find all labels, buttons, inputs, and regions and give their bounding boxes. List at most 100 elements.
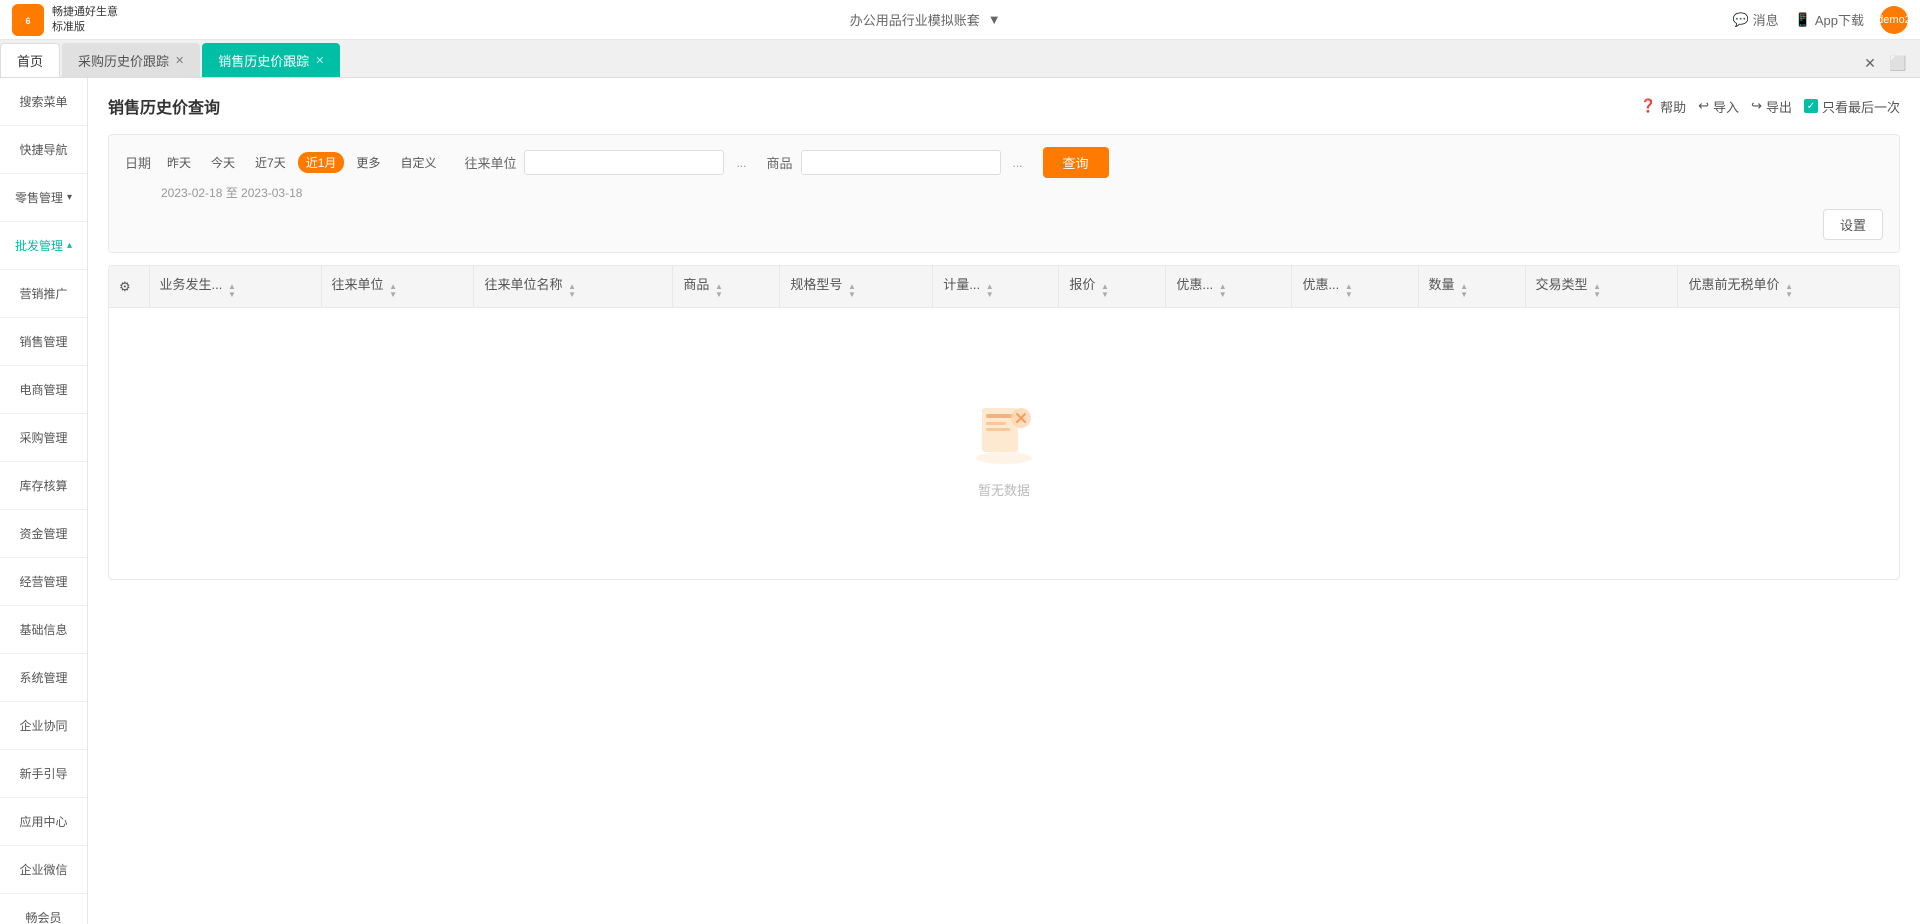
tab-purchase-close[interactable]: ✕	[175, 54, 184, 67]
sidebar-item-retail[interactable]: 零售管理 ▾	[0, 174, 87, 222]
page-actions: ❓ 帮助 ↩ 导入 ↪ 导出 ✓ 只看最后一次	[1640, 97, 1900, 116]
export-btn[interactable]: ↪ 导出	[1751, 97, 1792, 116]
col-trade-type[interactable]: 交易类型 ▲▼	[1525, 266, 1678, 308]
date-more[interactable]: 更多	[348, 152, 388, 173]
col-quote[interactable]: 报价 ▲▼	[1059, 266, 1166, 308]
sidebar-enterprise-label: 企业协同	[19, 717, 67, 734]
app-selector[interactable]: 办公用品行业模拟账套 ▼	[850, 10, 1001, 29]
main-layout: 搜索菜单 快捷导航 零售管理 ▾ 批发管理 ▴ 营销推广 销售管理 电商管理 采	[0, 78, 1920, 924]
product-filter-group: 商品 ...	[766, 150, 1022, 175]
sidebar-operations-label: 经营管理	[19, 573, 67, 590]
no-data-text: 暂无数据	[978, 480, 1030, 499]
table-header: ⚙ 业务发生... ▲▼ 往来单位 ▲▼ 往来单位名称 ▲▼	[109, 266, 1899, 308]
sidebar-item-wechat[interactable]: 企业微信	[0, 846, 87, 894]
sidebar-wechat-label: 企业微信	[19, 861, 67, 878]
tab-bar: 首页 采购历史价跟踪 ✕ 销售历史价跟踪 ✕ ✕ ⬜	[0, 40, 1920, 78]
filter-bar: 日期 昨天 今天 近7天 近1月 更多 自定义 往来单位	[108, 134, 1900, 253]
tab-purchase-label: 采购历史价跟踪	[78, 51, 169, 70]
col-counterparty[interactable]: 往来单位 ▲▼	[321, 266, 474, 308]
sidebar-item-vip[interactable]: 畅会员	[0, 894, 87, 924]
col-counterparty-name[interactable]: 往来单位名称 ▲▼	[474, 266, 673, 308]
close-window-btn[interactable]: ✕	[1860, 53, 1880, 73]
date-yesterday[interactable]: 昨天	[159, 152, 199, 173]
data-table-wrapper: ⚙ 业务发生... ▲▼ 往来单位 ▲▼ 往来单位名称 ▲▼	[108, 265, 1900, 580]
sidebar-quick-nav-label: 快捷导航	[19, 141, 67, 158]
tab-home[interactable]: 首页	[0, 43, 60, 77]
date-7days[interactable]: 近7天	[247, 152, 294, 173]
product-dots[interactable]: ...	[1013, 156, 1023, 170]
sidebar-item-enterprise[interactable]: 企业协同	[0, 702, 87, 750]
sidebar-item-system[interactable]: 系统管理	[0, 654, 87, 702]
sidebar-item-basic[interactable]: 基础信息	[0, 606, 87, 654]
sidebar-purchase-label: 采购管理	[19, 429, 67, 446]
logo-icon: 6	[12, 4, 44, 36]
col-discount2[interactable]: 优惠... ▲▼	[1292, 266, 1418, 308]
content-area: 销售历史价查询 ❓ 帮助 ↩ 导入 ↪ 导出 ✓	[88, 78, 1920, 924]
export-icon: ↪	[1751, 98, 1762, 114]
sidebar-item-appcenter[interactable]: 应用中心	[0, 798, 87, 846]
date-1month[interactable]: 近1月	[298, 152, 345, 173]
user-menu[interactable]: demo2	[1880, 6, 1908, 34]
counterparty-dots[interactable]: ...	[736, 156, 746, 170]
help-btn[interactable]: ❓ 帮助	[1640, 97, 1686, 116]
sidebar-item-sales[interactable]: 销售管理	[0, 318, 87, 366]
sidebar-item-operations[interactable]: 经营管理	[0, 558, 87, 606]
sidebar-item-inventory[interactable]: 库存核算	[0, 462, 87, 510]
tab-sales-history[interactable]: 销售历史价跟踪 ✕	[202, 43, 340, 77]
date-custom[interactable]: 自定义	[392, 152, 444, 173]
sidebar-item-purchase[interactable]: 采购管理	[0, 414, 87, 462]
sidebar-basic-label: 基础信息	[19, 621, 67, 638]
sidebar: 搜索菜单 快捷导航 零售管理 ▾ 批发管理 ▴ 营销推广 销售管理 电商管理 采	[0, 78, 88, 924]
col-unit[interactable]: 计量... ▲▼	[933, 266, 1059, 308]
date-today[interactable]: 今天	[203, 152, 243, 173]
logo-text: 畅捷通好生意 标准版	[52, 5, 118, 34]
app-download-btn[interactable]: 📱 App下载	[1795, 10, 1864, 29]
product-input[interactable]	[801, 150, 1001, 175]
message-btn[interactable]: 💬 消息	[1732, 10, 1778, 29]
sidebar-wholesale-arrow: ▴	[67, 240, 72, 251]
data-table: ⚙ 业务发生... ▲▼ 往来单位 ▲▼ 往来单位名称 ▲▼	[109, 266, 1899, 579]
page-title: 销售历史价查询	[108, 94, 220, 118]
counterparty-input[interactable]	[524, 150, 724, 175]
sidebar-item-wholesale[interactable]: 批发管理 ▴	[0, 222, 87, 270]
message-icon: 💬	[1732, 12, 1748, 28]
col-pretax-price[interactable]: 优惠前无税单价 ▲▼	[1678, 266, 1899, 308]
import-icon: ↩	[1698, 98, 1709, 114]
col-discount1[interactable]: 优惠... ▲▼	[1166, 266, 1292, 308]
sidebar-item-search-menu[interactable]: 搜索菜单	[0, 78, 87, 126]
sidebar-item-finance[interactable]: 资金管理	[0, 510, 87, 558]
col-product[interactable]: 商品 ▲▼	[673, 266, 780, 308]
settings-button[interactable]: 设置	[1823, 209, 1883, 240]
query-button[interactable]: 查询	[1043, 147, 1109, 178]
col-gear[interactable]: ⚙	[109, 266, 149, 308]
sidebar-item-guide[interactable]: 新手引导	[0, 750, 87, 798]
logo-area: 6 畅捷通好生意 标准版	[12, 4, 118, 36]
sidebar-item-quick-nav[interactable]: 快捷导航	[0, 126, 87, 174]
app-name: 办公用品行业模拟账套	[850, 10, 980, 29]
sidebar-appcenter-label: 应用中心	[19, 813, 67, 830]
help-icon: ❓	[1640, 98, 1656, 114]
header-right: 💬 消息 📱 App下载 demo2	[1732, 6, 1908, 34]
import-btn[interactable]: ↩ 导入	[1698, 97, 1739, 116]
tab-sales-close[interactable]: ✕	[315, 54, 324, 67]
tab-purchase-history[interactable]: 采购历史价跟踪 ✕	[62, 43, 200, 77]
col-biz-date[interactable]: 业务发生... ▲▼	[149, 266, 321, 308]
sidebar-search-menu-label: 搜索菜单	[19, 93, 67, 110]
sidebar-wholesale-label: 批发管理	[15, 237, 63, 254]
avatar: demo2	[1880, 6, 1908, 34]
col-spec[interactable]: 规格型号 ▲▼	[780, 266, 933, 308]
filter-row-2: 设置	[125, 209, 1883, 240]
maximize-window-btn[interactable]: ⬜	[1888, 53, 1908, 73]
sidebar-item-ecommerce[interactable]: 电商管理	[0, 366, 87, 414]
col-quantity[interactable]: 数量 ▲▼	[1418, 266, 1525, 308]
sidebar-item-marketing[interactable]: 营销推广	[0, 270, 87, 318]
only-last-checkbox[interactable]: ✓ 只看最后一次	[1804, 97, 1900, 116]
date-pills: 昨天 今天 近7天 近1月 更多 自定义	[159, 152, 444, 173]
date-label: 日期	[125, 153, 151, 172]
top-header: 6 畅捷通好生意 标准版 办公用品行业模拟账套 ▼ 💬 消息 📱 App下载 d…	[0, 0, 1920, 40]
date-range-text: 2023-02-18 至 2023-03-18	[161, 186, 302, 200]
download-icon: 📱	[1795, 12, 1811, 28]
page-title-bar: 销售历史价查询 ❓ 帮助 ↩ 导入 ↪ 导出 ✓	[108, 94, 1900, 118]
dropdown-icon: ▼	[988, 12, 1001, 27]
counterparty-label: 往来单位	[464, 153, 516, 172]
